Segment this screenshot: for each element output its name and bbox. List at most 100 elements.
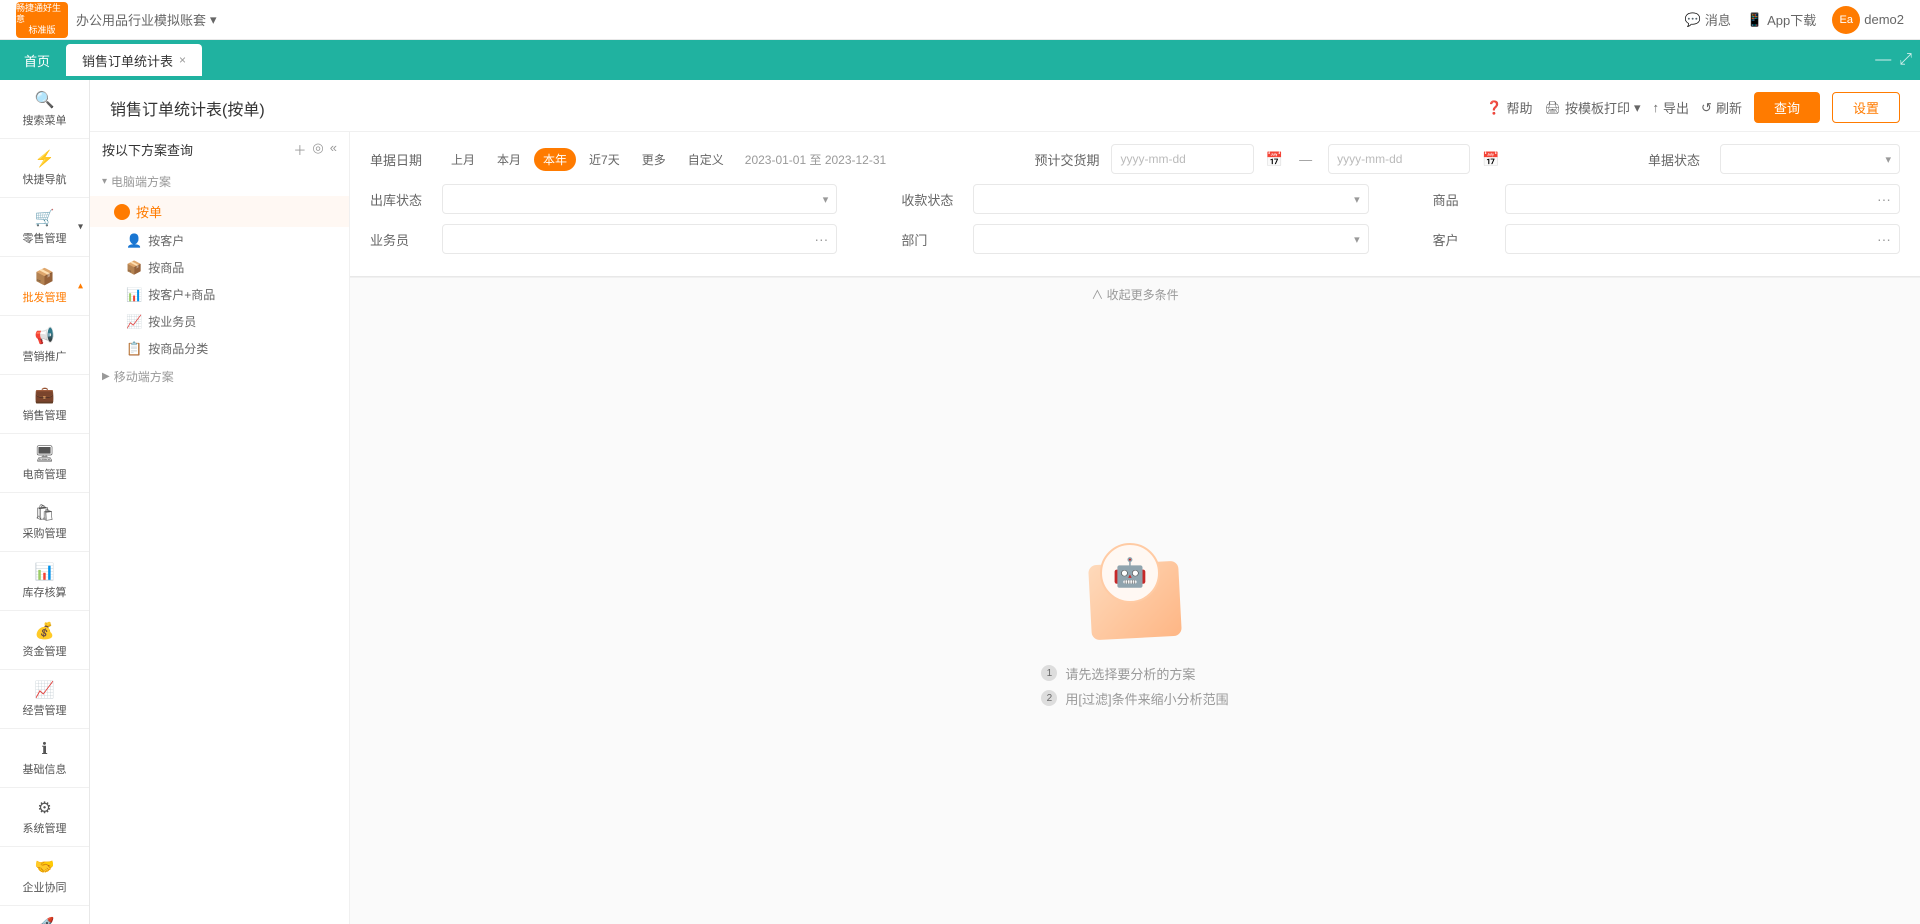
ship-status-select[interactable]: ▾ bbox=[442, 184, 837, 214]
product-select[interactable]: ··· bbox=[1505, 184, 1900, 214]
tab-close-btn[interactable]: × bbox=[179, 53, 186, 67]
product-more-icon[interactable]: ··· bbox=[1877, 191, 1891, 207]
by-product-cat-icon: 📋 bbox=[126, 341, 142, 357]
by-salesperson-icon: 📈 bbox=[126, 314, 142, 330]
inner-layout: 按以下方案查询 ＋ ◎ « ▾ 电脑端方案 按单 bbox=[90, 132, 1920, 924]
sidebar-item-enterprise[interactable]: 🤝 企业协同 bbox=[0, 847, 89, 906]
date-btn-this-month[interactable]: 本月 bbox=[488, 148, 530, 171]
sidebar-item-sales[interactable]: 💼 销售管理 bbox=[0, 375, 89, 434]
sidebar-item-inventory[interactable]: 📊 库存核算 bbox=[0, 552, 89, 611]
sidebar-item-retail[interactable]: 🛒 零售管理 ▾ bbox=[0, 198, 89, 257]
collapse-bar[interactable]: ∧ 收起更多条件 bbox=[350, 277, 1920, 311]
tab-sales-order[interactable]: 销售订单统计表 × bbox=[66, 44, 202, 76]
settings-scheme-icon[interactable]: ◎ bbox=[312, 140, 323, 159]
by-product-cat-label: 按商品分类 bbox=[148, 340, 208, 357]
bill-status-select[interactable]: ▾ bbox=[1720, 144, 1900, 174]
sidebar-quicknav-label: 快捷导航 bbox=[0, 171, 89, 187]
sidebar-item-basic[interactable]: ℹ 基础信息 bbox=[0, 729, 89, 788]
date-btn-more[interactable]: 更多 bbox=[633, 148, 675, 171]
sidebar-item-newbie[interactable]: 🚀 新手引导 bbox=[0, 906, 89, 924]
sidebar-item-system[interactable]: ⚙ 系统管理 bbox=[0, 788, 89, 847]
help-btn[interactable]: ❓ 帮助 bbox=[1486, 98, 1532, 117]
customer-select[interactable]: ··· bbox=[1505, 224, 1900, 254]
sidebar-search-label: 搜索菜单 bbox=[0, 112, 89, 128]
topbar-right: 💬 消息 📱 App下载 Ea demo2 bbox=[1685, 6, 1904, 34]
date-label: 单据日期 bbox=[370, 150, 430, 169]
breadcrumb[interactable]: 办公用品行业模拟账套 ▾ bbox=[76, 10, 217, 29]
sidebar-item-purchase[interactable]: 🛍 采购管理 bbox=[0, 493, 89, 552]
date-from-icon[interactable]: 📅 bbox=[1266, 151, 1283, 168]
filter-row-2: 出库状态 ▾ 收款状态 ▾ 商品 bbox=[370, 184, 1900, 214]
customer-label: 客户 bbox=[1433, 230, 1493, 249]
user-info[interactable]: Ea demo2 bbox=[1832, 6, 1904, 34]
logo-text: 畅捷通好生意 bbox=[16, 3, 68, 25]
pc-scheme-group[interactable]: ▾ 电脑端方案 bbox=[90, 167, 349, 196]
scheme-item-by-customer[interactable]: 👤 按客户 bbox=[90, 227, 349, 254]
topbar-left: 畅捷通好生意 标准版 办公用品行业模拟账套 ▾ bbox=[16, 2, 217, 38]
sidebar-item-search[interactable]: 🔍 搜索菜单 bbox=[0, 80, 89, 139]
page-actions: ❓ 帮助 🖨 按模板打印 ▾ ↑ 导出 ↺ 刷新 查询 设置 bbox=[1486, 92, 1900, 123]
refresh-btn[interactable]: ↺ 刷新 bbox=[1701, 98, 1742, 117]
scheme-header: 按以下方案查询 ＋ ◎ « bbox=[90, 132, 349, 167]
scheme-item-by-product-cat[interactable]: 📋 按商品分类 bbox=[90, 335, 349, 362]
export-btn[interactable]: ↑ 导出 bbox=[1653, 98, 1690, 117]
window-expand-btn[interactable]: ⤢ bbox=[1899, 51, 1912, 69]
expected-delivery-from[interactable]: yyyy-mm-dd bbox=[1111, 144, 1253, 174]
department-select[interactable]: ▾ bbox=[973, 224, 1368, 254]
query-button[interactable]: 查询 bbox=[1754, 92, 1820, 123]
collapse-text: 收起更多条件 bbox=[1107, 288, 1179, 302]
pc-scheme-arrow-icon: ▾ bbox=[102, 176, 107, 187]
refresh-icon: ↺ bbox=[1701, 100, 1712, 116]
settings-button[interactable]: 设置 bbox=[1832, 92, 1900, 123]
payment-status-select[interactable]: ▾ bbox=[973, 184, 1368, 214]
app-download-btn[interactable]: 📱 App下载 bbox=[1747, 10, 1816, 29]
sidebar-ecommerce-label: 电商管理 bbox=[0, 466, 89, 482]
sales-icon: 💼 bbox=[0, 385, 89, 405]
mobile-scheme-group[interactable]: ▶ 移动端方案 bbox=[90, 362, 349, 391]
scheme-item-by-order[interactable]: 按单 bbox=[90, 196, 349, 227]
date-btn-7days[interactable]: 近7天 bbox=[580, 148, 629, 171]
sidebar-item-quick-nav[interactable]: ⚡ 快捷导航 bbox=[0, 139, 89, 198]
collapse-icon: ∧ bbox=[1091, 288, 1103, 302]
add-scheme-icon[interactable]: ＋ bbox=[293, 140, 306, 159]
step-1-num: 1 bbox=[1041, 665, 1057, 681]
window-minimize-btn[interactable]: — bbox=[1875, 51, 1891, 69]
message-btn[interactable]: 💬 消息 bbox=[1685, 10, 1731, 29]
sidebar-item-marketing[interactable]: 📢 营销推广 bbox=[0, 316, 89, 375]
collapse-scheme-icon[interactable]: « bbox=[330, 140, 337, 159]
date-to-icon[interactable]: 📅 bbox=[1482, 151, 1499, 168]
scheme-item-by-product[interactable]: 📦 按商品 bbox=[90, 254, 349, 281]
purchase-icon: 🛍 bbox=[0, 503, 89, 523]
sidebar-item-ecommerce[interactable]: 🖥 电商管理 bbox=[0, 434, 89, 493]
bill-status-arrow-icon: ▾ bbox=[1886, 153, 1892, 166]
expected-delivery-to[interactable]: yyyy-mm-dd bbox=[1328, 144, 1470, 174]
step-1-text: 请先选择要分析的方案 bbox=[1065, 664, 1195, 683]
tab-home[interactable]: 首页 bbox=[8, 44, 66, 76]
date-btn-this-year[interactable]: 本年 bbox=[534, 148, 576, 171]
sidebar-item-wholesale[interactable]: 📦 批发管理 ▴ bbox=[0, 257, 89, 316]
print-btn[interactable]: 🖨 按模板打印 ▾ bbox=[1544, 98, 1640, 117]
salesperson-select[interactable]: ··· bbox=[442, 224, 837, 254]
scheme-item-by-customer-product[interactable]: 📊 按客户+商品 bbox=[90, 281, 349, 308]
sidebar-item-finance[interactable]: 💰 资金管理 bbox=[0, 611, 89, 670]
sidebar-inventory-label: 库存核算 bbox=[0, 584, 89, 600]
tab-home-label: 首页 bbox=[24, 51, 50, 70]
by-customer-product-icon: 📊 bbox=[126, 287, 142, 303]
sidebar: 🔍 搜索菜单 ⚡ 快捷导航 🛒 零售管理 ▾ 📦 批发管理 ▴ 📢 营销推广 💼… bbox=[0, 80, 90, 924]
by-salesperson-label: 按业务员 bbox=[148, 313, 196, 330]
right-panel: 单据日期 上月 本月 本年 近7天 更多 自定义 2023-01-01 至 20… bbox=[350, 132, 1920, 924]
expected-delivery-label: 预计交货期 bbox=[1034, 150, 1099, 169]
customer-more-icon[interactable]: ··· bbox=[1877, 231, 1891, 247]
scheme-header-icons: ＋ ◎ « bbox=[293, 140, 337, 159]
salesperson-more-icon[interactable]: ··· bbox=[814, 231, 828, 247]
business-icon: 📈 bbox=[0, 680, 89, 700]
content-area: 销售订单统计表(按单) ❓ 帮助 🖨 按模板打印 ▾ ↑ 导出 ↺ 刷新 bbox=[90, 80, 1920, 924]
department-arrow-icon: ▾ bbox=[1354, 233, 1360, 246]
date-btn-last-month[interactable]: 上月 bbox=[442, 148, 484, 171]
bill-status-label: 单据状态 bbox=[1648, 150, 1708, 169]
scheme-item-by-salesperson[interactable]: 📈 按业务员 bbox=[90, 308, 349, 335]
scheme-panel: 按以下方案查询 ＋ ◎ « ▾ 电脑端方案 按单 bbox=[90, 132, 350, 924]
wholesale-icon: 📦 bbox=[0, 267, 89, 287]
sidebar-item-business[interactable]: 📈 经营管理 bbox=[0, 670, 89, 729]
date-btn-custom[interactable]: 自定义 bbox=[679, 148, 733, 171]
